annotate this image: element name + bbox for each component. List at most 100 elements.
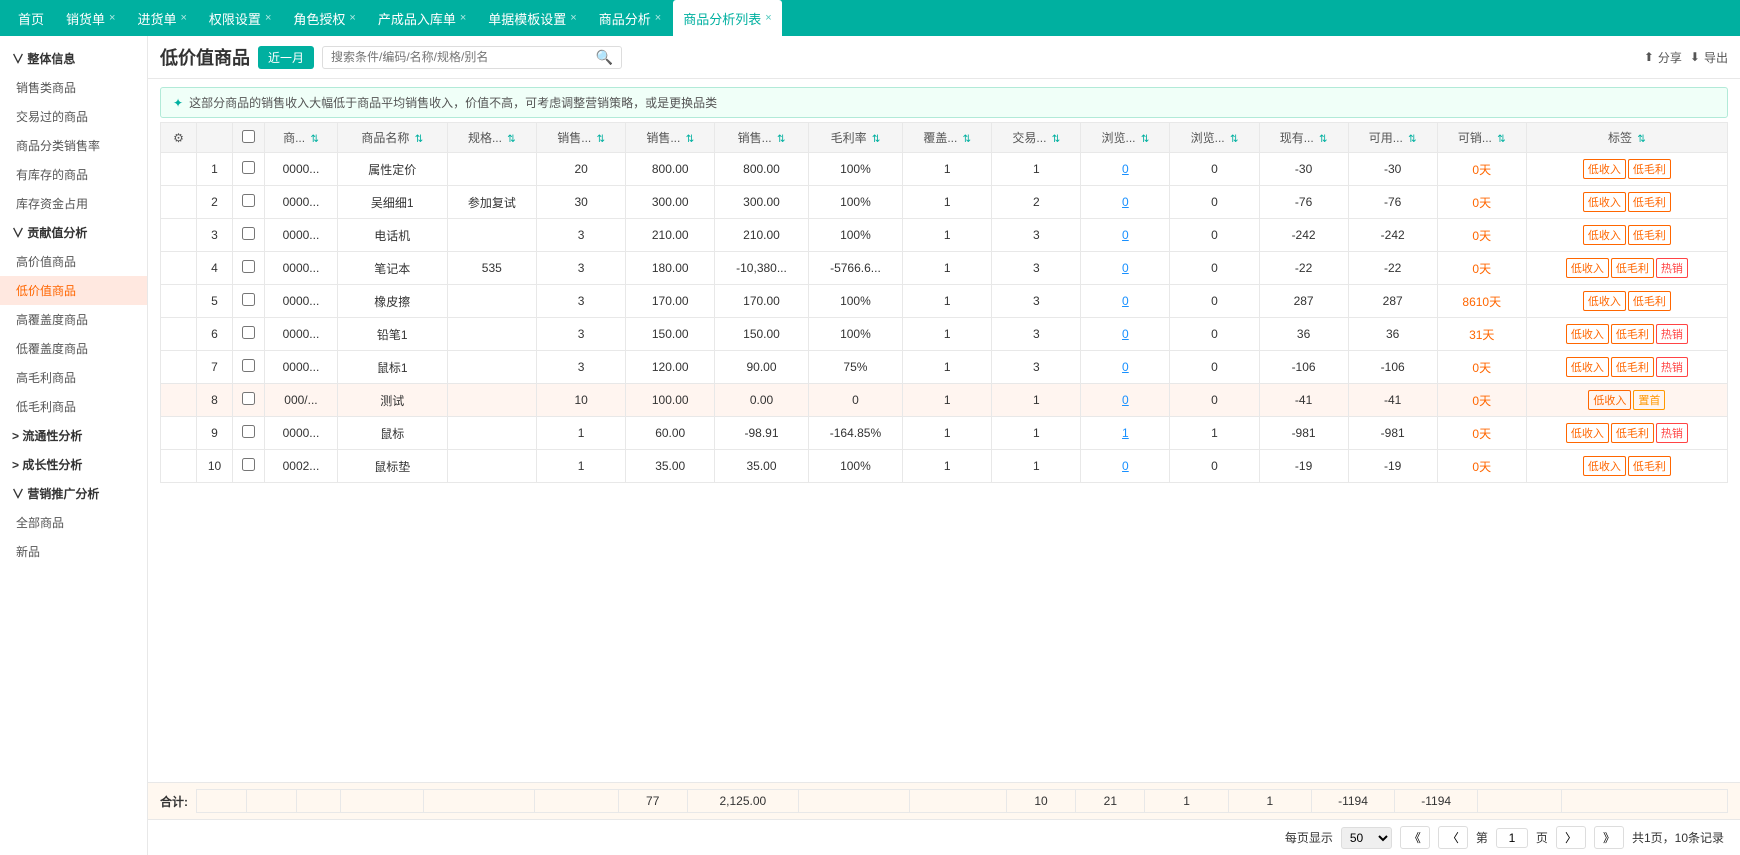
share-button[interactable]: ⬆ 分享 <box>1644 49 1682 66</box>
sidebar-item-新品[interactable]: 新品 <box>0 537 147 566</box>
row-browse1[interactable]: 0 <box>1081 384 1170 417</box>
per-page-select[interactable]: 50 100 200 <box>1341 827 1392 849</box>
row-checkbox[interactable] <box>242 458 255 471</box>
nav-item-首页[interactable]: 首页 <box>8 0 54 36</box>
row-browse1[interactable]: 0 <box>1081 351 1170 384</box>
last-page-button[interactable]: 》 <box>1594 826 1624 849</box>
th-gross-rate[interactable]: 毛利率 ⇅ <box>808 123 902 153</box>
sidebar-group-整体信息[interactable]: ∨ 整体信息 <box>0 44 147 73</box>
sidebar-item-库存资金占用[interactable]: 库存资金占用 <box>0 189 147 218</box>
row-check[interactable] <box>233 219 265 252</box>
sidebar-item-全部商品[interactable]: 全部商品 <box>0 508 147 537</box>
export-button[interactable]: ⬇ 导出 <box>1690 49 1728 66</box>
total-cell-11: 21 <box>1076 790 1145 813</box>
close-tab-icon[interactable]: × <box>570 12 576 24</box>
th-trade[interactable]: 交易... ⇅ <box>992 123 1081 153</box>
row-checkbox[interactable] <box>242 194 255 207</box>
close-tab-icon[interactable]: × <box>180 12 186 24</box>
row-sales-amount: 800.00 <box>715 153 808 186</box>
th-settings[interactable]: ⚙ <box>161 123 197 153</box>
close-tab-icon[interactable]: × <box>765 12 771 24</box>
close-tab-icon[interactable]: × <box>460 12 466 24</box>
sidebar-item-低毛利商品[interactable]: 低毛利商品 <box>0 392 147 421</box>
th-cover[interactable]: 覆盖... ⇅ <box>903 123 992 153</box>
th-browse2[interactable]: 浏览... ⇅ <box>1170 123 1259 153</box>
prev-page-button[interactable]: 〈 <box>1438 826 1468 849</box>
nav-item-进货单[interactable]: 进货单× <box>127 0 196 36</box>
th-sales-amount[interactable]: 销售... ⇅ <box>715 123 808 153</box>
search-input[interactable] <box>331 50 596 64</box>
row-gross-rate: 75% <box>808 351 902 384</box>
row-checkbox[interactable] <box>242 293 255 306</box>
row-browse1[interactable]: 0 <box>1081 186 1170 219</box>
nav-item-角色授权[interactable]: 角色授权× <box>283 0 365 36</box>
row-browse1[interactable]: 0 <box>1081 153 1170 186</box>
row-browse1[interactable]: 1 <box>1081 417 1170 450</box>
row-browse1[interactable]: 0 <box>1081 285 1170 318</box>
nav-item-商品分析列表[interactable]: 商品分析列表× <box>673 0 781 36</box>
row-check[interactable] <box>233 252 265 285</box>
nav-item-单据模板设置[interactable]: 单据模板设置× <box>478 0 586 36</box>
row-checkbox[interactable] <box>242 425 255 438</box>
th-code[interactable]: 商... ⇅ <box>265 123 338 153</box>
sidebar-item-高覆盖度商品[interactable]: 高覆盖度商品 <box>0 305 147 334</box>
table-wrapper[interactable]: ⚙ 商... ⇅ 商品名称 ⇅ 规格... ⇅ 销售... ⇅ 销售... ⇅ … <box>148 122 1740 782</box>
row-browse1[interactable]: 0 <box>1081 318 1170 351</box>
sidebar-item-低覆盖度商品[interactable]: 低覆盖度商品 <box>0 334 147 363</box>
th-spec[interactable]: 规格... ⇅ <box>447 123 537 153</box>
nav-item-权限设置[interactable]: 权限设置× <box>199 0 281 36</box>
sidebar-item-高价值商品[interactable]: 高价值商品 <box>0 247 147 276</box>
th-sales-price[interactable]: 销售... ⇅ <box>626 123 715 153</box>
sidebar-item-交易过的商品[interactable]: 交易过的商品 <box>0 102 147 131</box>
next-page-button[interactable]: 〉 <box>1556 826 1586 849</box>
close-tab-icon[interactable]: × <box>265 12 271 24</box>
nav-item-销货单[interactable]: 销货单× <box>56 0 125 36</box>
row-check[interactable] <box>233 285 265 318</box>
row-checkbox[interactable] <box>242 392 255 405</box>
row-check[interactable] <box>233 153 265 186</box>
th-sellable[interactable]: 可销... ⇅ <box>1437 123 1526 153</box>
sidebar-group-贡献值分析[interactable]: ∨ 贡献值分析 <box>0 218 147 247</box>
nav-item-产成品入库单[interactable]: 产成品入库单× <box>368 0 476 36</box>
sidebar-item-销售类商品[interactable]: 销售类商品 <box>0 73 147 102</box>
select-all-checkbox[interactable] <box>242 130 255 143</box>
total-label: 合计: <box>160 793 188 810</box>
sidebar-item-高毛利商品[interactable]: 高毛利商品 <box>0 363 147 392</box>
sidebar-group-营销推广分析[interactable]: ∨ 营销推广分析 <box>0 479 147 508</box>
row-browse1[interactable]: 0 <box>1081 450 1170 483</box>
row-checkbox[interactable] <box>242 260 255 273</box>
th-browse1[interactable]: 浏览... ⇅ <box>1081 123 1170 153</box>
row-check[interactable] <box>233 351 265 384</box>
th-sales-qty[interactable]: 销售... ⇅ <box>537 123 626 153</box>
row-browse1[interactable]: 0 <box>1081 252 1170 285</box>
row-checkbox[interactable] <box>242 359 255 372</box>
row-check[interactable] <box>233 417 265 450</box>
row-tags: 低收入低毛利 <box>1526 153 1727 186</box>
sidebar-group-成长性分析[interactable]: > 成长性分析 <box>0 450 147 479</box>
sidebar-item-低价值商品[interactable]: 低价值商品 <box>0 276 147 305</box>
row-checkbox[interactable] <box>242 326 255 339</box>
close-tab-icon[interactable]: × <box>349 12 355 24</box>
close-tab-icon[interactable]: × <box>655 12 661 24</box>
th-name[interactable]: 商品名称 ⇅ <box>337 123 447 153</box>
row-check[interactable] <box>233 450 265 483</box>
page-number-input[interactable] <box>1496 828 1528 848</box>
th-available[interactable]: 可用... ⇅ <box>1348 123 1437 153</box>
search-icon[interactable]: 🔍 <box>596 49 613 66</box>
nav-item-商品分析[interactable]: 商品分析× <box>589 0 671 36</box>
sidebar-group-流通性分析[interactable]: > 流通性分析 <box>0 421 147 450</box>
row-checkbox[interactable] <box>242 161 255 174</box>
row-checkbox[interactable] <box>242 227 255 240</box>
sidebar-item-商品分类销售率[interactable]: 商品分类销售率 <box>0 131 147 160</box>
sidebar-item-有库存的商品[interactable]: 有库存的商品 <box>0 160 147 189</box>
first-page-button[interactable]: 《 <box>1400 826 1430 849</box>
row-browse1[interactable]: 0 <box>1081 219 1170 252</box>
filter-button[interactable]: 近一月 <box>258 46 314 69</box>
row-current-stock: 36 <box>1259 318 1348 351</box>
row-check[interactable] <box>233 384 265 417</box>
close-tab-icon[interactable]: × <box>109 12 115 24</box>
row-check[interactable] <box>233 186 265 219</box>
th-current-stock[interactable]: 现有... ⇅ <box>1259 123 1348 153</box>
th-tags[interactable]: 标签 ⇅ <box>1526 123 1727 153</box>
row-check[interactable] <box>233 318 265 351</box>
